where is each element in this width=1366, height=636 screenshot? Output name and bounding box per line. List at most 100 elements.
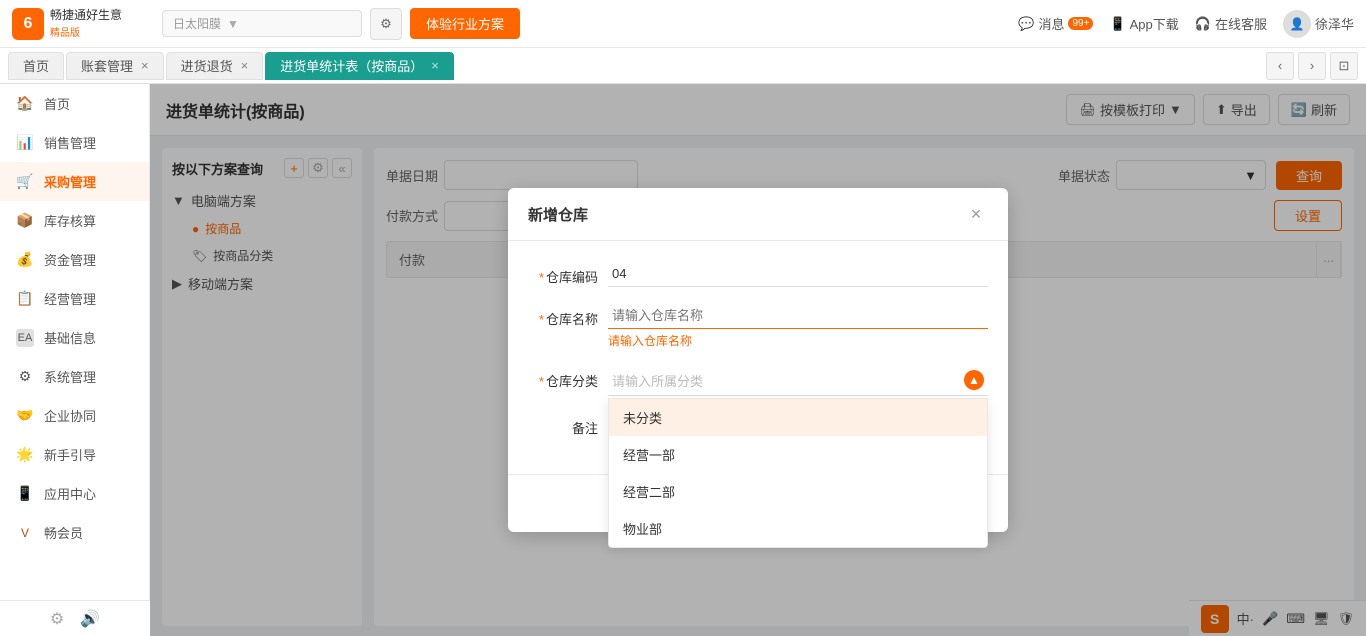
inventory-icon: 📦 (16, 212, 34, 230)
sidebar-item-finance[interactable]: 💰 资金管理 (0, 240, 149, 279)
dialog-name-label: *仓库名称 (528, 303, 608, 328)
dialog-header: 新增仓库 × (508, 188, 1008, 241)
category-dropdown: 未分类 经营一部 经营二部 物业部 (608, 398, 988, 548)
purchase-icon: 🛒 (16, 173, 34, 191)
app-download-item[interactable]: 📱 App下载 (1109, 14, 1178, 33)
warehouse-category-select[interactable]: 请输入所属分类 ▲ (608, 365, 988, 396)
sidebar-item-vip[interactable]: V 畅会员 (0, 513, 149, 552)
home-icon: 🏠 (16, 95, 34, 113)
user-item[interactable]: 👤 徐泽华 (1283, 10, 1354, 38)
tab-account-label: 账套管理 (81, 56, 133, 75)
tab-purchase-stats[interactable]: 进货单统计表（按商品） × (265, 52, 454, 80)
bottom-settings-icon[interactable]: ⚙ (50, 609, 64, 629)
online-service-item[interactable]: 🎧 在线客服 (1195, 14, 1267, 33)
dialog-title: 新增仓库 (528, 204, 588, 225)
sidebar-system-label: 系统管理 (44, 367, 96, 386)
sidebar-home-label: 首页 (44, 94, 70, 113)
app-center-icon: 📱 (16, 485, 34, 503)
sidebar-purchase-label: 采购管理 (44, 172, 96, 191)
new-warehouse-dialog: 新增仓库 × *仓库编码 *仓库名称 (508, 188, 1008, 532)
logo-icon: 6 (12, 8, 44, 40)
bottom-bar: ⚙ 🔊 (0, 600, 150, 636)
tab-home[interactable]: 首页 (8, 52, 64, 80)
service-icon: 🎧 (1195, 16, 1211, 32)
base-icon: EA (16, 329, 34, 347)
search-box[interactable]: 日太阳膜 ▼ (162, 10, 362, 37)
sales-icon: 📊 (16, 134, 34, 152)
tabbar-actions: ‹ › ⊡ (1266, 52, 1358, 80)
sidebar-item-system[interactable]: ⚙ 系统管理 (0, 357, 149, 396)
sidebar-item-app[interactable]: 📱 应用中心 (0, 474, 149, 513)
sidebar: 🏠 首页 📊 销售管理 🛒 采购管理 📦 库存核算 💰 资金管理 📋 经营管理 … (0, 84, 150, 636)
dialog-category-label: *仓库分类 (528, 365, 608, 390)
tab-purchase-stats-close-icon[interactable]: × (431, 58, 439, 73)
topbar: 6 畅捷通好生意 精品版 日太阳膜 ▼ ⚙ 体验行业方案 💬 消息 99+ 📱 … (0, 0, 1366, 48)
category-arrow-up-icon: ▲ (964, 370, 984, 390)
message-item[interactable]: 💬 消息 99+ (1018, 14, 1093, 33)
logo-sub: 精品版 (50, 24, 122, 39)
dialog-name-field: 请输入仓库名称 (608, 303, 988, 349)
message-label: 消息 (1038, 14, 1064, 33)
dropdown-item-dept1[interactable]: 经营一部 (609, 436, 987, 473)
bottom-speaker-icon[interactable]: 🔊 (80, 609, 100, 629)
sidebar-item-guide[interactable]: 🌟 新手引导 (0, 435, 149, 474)
dialog-code-row: *仓库编码 (528, 261, 988, 287)
dialog-close-button[interactable]: × (964, 202, 988, 226)
content: 进货单统计(按商品) 🖨 按模板打印 ▼ ⬆ 导出 🔄 刷新 (150, 84, 1366, 636)
tabbar-expand-icon[interactable]: ⊡ (1330, 52, 1358, 80)
warehouse-name-error: 请输入仓库名称 (608, 332, 988, 349)
sidebar-vip-label: 畅会员 (44, 523, 83, 542)
sidebar-item-inventory[interactable]: 📦 库存核算 (0, 201, 149, 240)
dropdown-item-uncategorized[interactable]: 未分类 (609, 399, 987, 436)
operation-icon: 📋 (16, 290, 34, 308)
search-text: 日太阳膜 (173, 15, 221, 32)
sidebar-enterprise-label: 企业协同 (44, 406, 96, 425)
category-placeholder: 请输入所属分类 (612, 371, 703, 390)
service-label: 在线客服 (1215, 14, 1267, 33)
dialog-code-field (608, 261, 988, 287)
sidebar-item-base[interactable]: EA 基础信息 (0, 318, 149, 357)
sidebar-finance-label: 资金管理 (44, 250, 96, 269)
message-icon: 💬 (1018, 16, 1034, 32)
tabbar-prev-icon[interactable]: ‹ (1266, 52, 1294, 80)
tab-purchase-return-close-icon[interactable]: × (241, 58, 249, 73)
sidebar-guide-label: 新手引导 (44, 445, 96, 464)
warehouse-code-input[interactable] (608, 261, 988, 287)
dialog-note-label: 备注 (528, 412, 608, 437)
vip-icon: V (16, 524, 34, 542)
dropdown-item-dept2[interactable]: 经营二部 (609, 473, 987, 510)
sidebar-item-sales[interactable]: 📊 销售管理 (0, 123, 149, 162)
dialog-category-field: 请输入所属分类 ▲ 未分类 经营一部 经营二部 物业部 (608, 365, 988, 396)
topbar-search: 日太阳膜 ▼ ⚙ 体验行业方案 (162, 8, 1018, 40)
tab-purchase-return[interactable]: 进货退货 × (166, 52, 264, 80)
sidebar-operation-label: 经营管理 (44, 289, 96, 308)
tab-account[interactable]: 账套管理 × (66, 52, 164, 80)
sidebar-item-home[interactable]: 🏠 首页 (0, 84, 149, 123)
tab-purchase-stats-label: 进货单统计表（按商品） (280, 56, 423, 75)
dialog-body: *仓库编码 *仓库名称 请输入仓库名称 (508, 241, 1008, 474)
main-layout: 🏠 首页 📊 销售管理 🛒 采购管理 📦 库存核算 💰 资金管理 📋 经营管理 … (0, 84, 1366, 636)
tab-purchase-return-label: 进货退货 (181, 56, 233, 75)
search-arrow-icon: ▼ (227, 17, 239, 31)
topbar-right: 💬 消息 99+ 📱 App下载 🎧 在线客服 👤 徐泽华 (1018, 10, 1354, 38)
tab-account-close-icon[interactable]: × (141, 58, 149, 73)
user-avatar: 👤 (1283, 10, 1311, 38)
warehouse-name-input[interactable] (608, 303, 988, 329)
app-icon: 📱 (1109, 16, 1125, 32)
sidebar-item-operation[interactable]: 📋 经营管理 (0, 279, 149, 318)
name-required-mark: * (539, 312, 544, 327)
app-label: App下载 (1130, 14, 1179, 33)
dropdown-item-dept3[interactable]: 物业部 (609, 510, 987, 547)
sidebar-item-purchase[interactable]: 🛒 采购管理 (0, 162, 149, 201)
message-badge: 99+ (1068, 17, 1093, 30)
code-required-mark: * (539, 270, 544, 285)
tab-home-label: 首页 (23, 56, 49, 75)
sidebar-item-enterprise[interactable]: 🤝 企业协同 (0, 396, 149, 435)
logo-area: 6 畅捷通好生意 精品版 (12, 8, 162, 40)
trial-button[interactable]: 体验行业方案 (410, 8, 520, 39)
gear-button[interactable]: ⚙ (370, 8, 402, 40)
dialog-category-row: *仓库分类 请输入所属分类 ▲ 未分类 经营一部 经营二部 物业部 (528, 365, 988, 396)
sidebar-inventory-label: 库存核算 (44, 211, 96, 230)
tabbar-next-icon[interactable]: › (1298, 52, 1326, 80)
tabbar: 首页 账套管理 × 进货退货 × 进货单统计表（按商品） × ‹ › ⊡ (0, 48, 1366, 84)
